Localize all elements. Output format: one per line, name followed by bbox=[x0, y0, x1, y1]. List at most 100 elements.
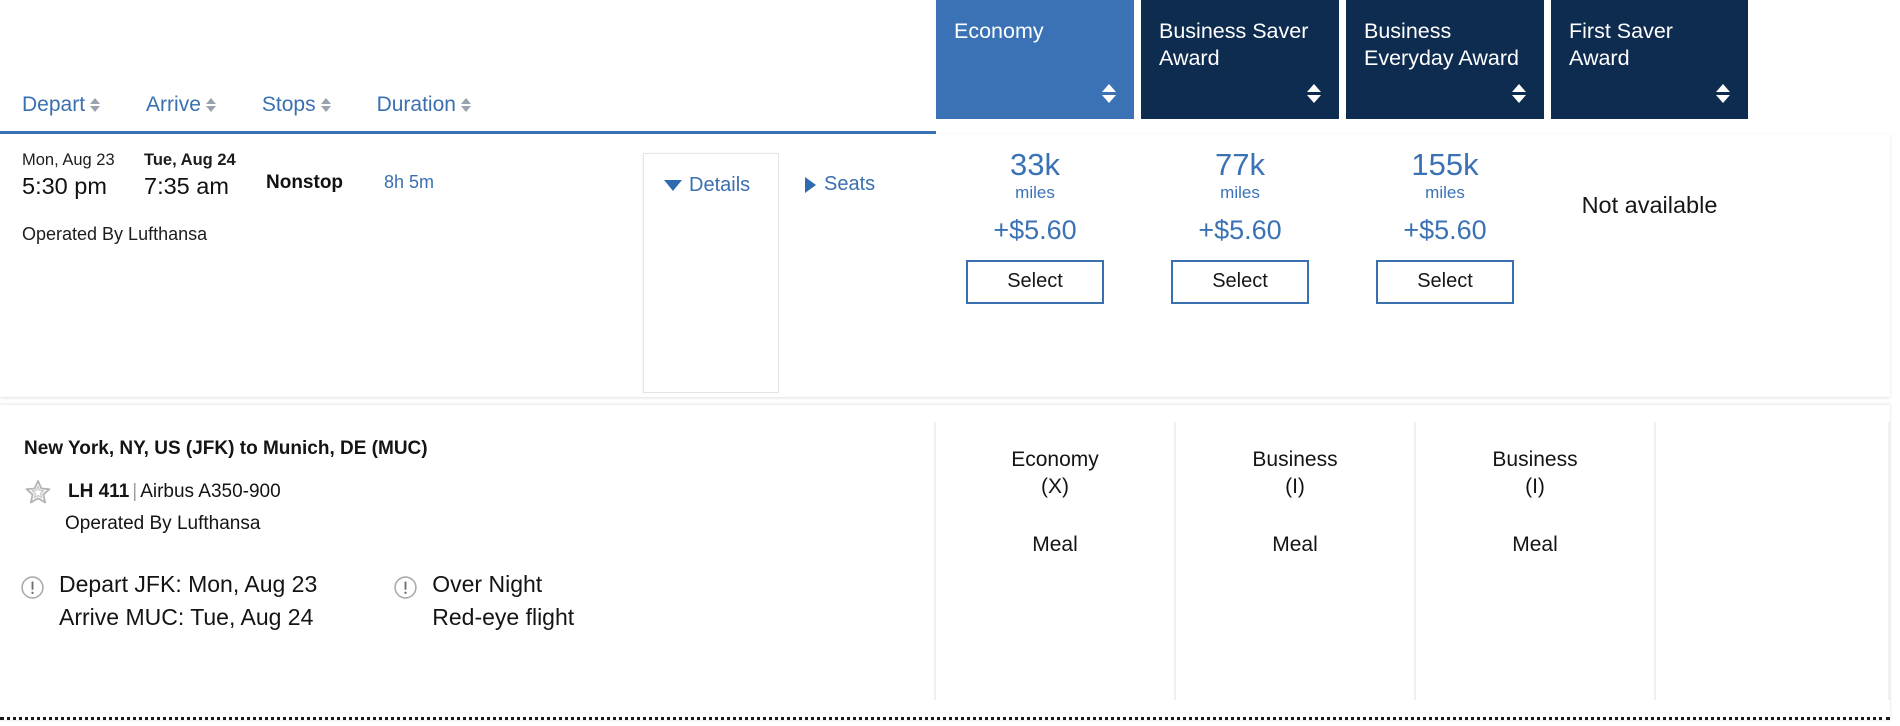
itinerary-summary: Mon, Aug 23 5:30 pm Tue, Aug 24 7:35 am … bbox=[22, 150, 622, 245]
sort-arrive-label: Arrive bbox=[146, 93, 201, 116]
details-operated-by: Operated By Lufthansa bbox=[65, 513, 261, 534]
fare-header-business-saver-award[interactable]: Business Saver Award bbox=[1141, 0, 1339, 119]
details-aircraft: Airbus A350-900 bbox=[140, 481, 281, 502]
star-alliance-icon bbox=[25, 480, 51, 504]
fare-header-business-saver-award-label: Business Saver Award bbox=[1159, 19, 1309, 70]
details-flight-separator: | bbox=[132, 481, 138, 502]
sort-arrows-icon[interactable] bbox=[320, 98, 331, 112]
details-panel-left: New York, NY, US (JFK) to Munich, DE (MU… bbox=[0, 405, 934, 717]
duration-cell: 8h 5m bbox=[384, 150, 504, 193]
select-button-business-everyday-award[interactable]: Select bbox=[1376, 259, 1514, 304]
triangle-right-icon bbox=[805, 176, 816, 193]
cabin-service-economy: Meal bbox=[1032, 532, 1078, 556]
fare-header-economy[interactable]: Economy bbox=[936, 0, 1134, 119]
sort-depart-label: Depart bbox=[22, 93, 86, 116]
fare-cell-business-saver-award: 77k miles +$5.60 Select bbox=[1141, 134, 1339, 397]
fare-miles-business-saver-award: 77k bbox=[1215, 147, 1265, 182]
select-button-economy[interactable]: Select bbox=[966, 259, 1104, 304]
flight-details-panel: New York, NY, US (JFK) to Munich, DE (MU… bbox=[0, 405, 1890, 720]
sort-arrows-icon[interactable] bbox=[205, 98, 216, 112]
arrive-cell: Tue, Aug 24 7:35 am bbox=[144, 150, 266, 200]
details-toggle-label: Details bbox=[689, 174, 751, 196]
fare-header-business-everyday-award-label: Business Everyday Award bbox=[1364, 19, 1519, 70]
seats-toggle-label: Seats bbox=[824, 173, 876, 195]
sort-stops[interactable]: Stops bbox=[262, 93, 331, 117]
notice-overnight: Over Night Red-eye flight bbox=[393, 568, 574, 633]
stops-cell: Nonstop bbox=[266, 150, 384, 194]
details-toggle-cell[interactable]: Details bbox=[643, 153, 779, 393]
cabin-code-business-saver-award: (I) bbox=[1285, 475, 1305, 499]
sort-stops-label: Stops bbox=[261, 93, 316, 116]
sort-duration-label: Duration bbox=[376, 93, 456, 116]
results-header: Depart Arrive Stops Duration Economy Bus… bbox=[0, 0, 1900, 134]
notice-redeye-line: Red-eye flight bbox=[432, 603, 575, 630]
cabin-col-first-saver-award bbox=[1654, 422, 1890, 700]
sort-arrows-icon[interactable] bbox=[460, 98, 471, 112]
fare-cash-economy: +$5.60 bbox=[993, 214, 1077, 245]
sort-arrows-icon[interactable] bbox=[1307, 84, 1321, 103]
notice-overnight-text: Over Night Red-eye flight bbox=[432, 568, 574, 633]
fare-miles-unit-economy: miles bbox=[1015, 183, 1055, 203]
fare-miles-economy: 33k bbox=[1010, 147, 1060, 182]
details-flight-line: LH 411 | Airbus A350-900 bbox=[24, 478, 281, 506]
cabin-col-economy: Economy (X) Meal bbox=[934, 422, 1174, 700]
cabin-service-business-saver-award: Meal bbox=[1272, 532, 1318, 556]
fare-cash-business-saver-award: +$5.60 bbox=[1198, 214, 1282, 245]
stops-value: Nonstop bbox=[266, 172, 344, 193]
details-route-title: New York, NY, US (JFK) to Munich, DE (MU… bbox=[24, 438, 428, 459]
cabin-name-business-everyday-award: Business bbox=[1492, 448, 1578, 471]
fare-header-first-saver-award-label: First Saver Award bbox=[1569, 19, 1673, 70]
details-toggle[interactable]: Details bbox=[664, 174, 750, 197]
fare-unavailable-first-saver-award: Not available bbox=[1581, 192, 1718, 218]
sort-bar: Depart Arrive Stops Duration bbox=[0, 0, 936, 134]
fare-header-economy-label: Economy bbox=[954, 19, 1044, 43]
arrive-time: 7:35 am bbox=[144, 172, 229, 199]
fare-cells: 33k miles +$5.60 Select 77k miles +$5.60… bbox=[936, 134, 1890, 397]
exclamation-circle-icon bbox=[21, 576, 44, 599]
exclamation-circle-icon bbox=[394, 576, 417, 599]
flight-result-row: Mon, Aug 23 5:30 pm Tue, Aug 24 7:35 am … bbox=[0, 134, 1890, 397]
notice-arrive-line: Arrive MUC: Tue, Aug 24 bbox=[59, 603, 314, 630]
row-operated-by: Operated By Lufthansa bbox=[22, 224, 208, 245]
triangle-down-icon bbox=[664, 180, 682, 191]
fare-miles-unit-business-saver-award: miles bbox=[1220, 183, 1260, 203]
sort-depart[interactable]: Depart bbox=[22, 93, 101, 117]
details-notices: Depart JFK: Mon, Aug 23 Arrive MUC: Tue,… bbox=[20, 568, 574, 633]
depart-date: Mon, Aug 23 bbox=[22, 151, 115, 169]
notice-depart-arrive-text: Depart JFK: Mon, Aug 23 Arrive MUC: Tue,… bbox=[59, 568, 317, 633]
details-flight-number: LH 411 bbox=[68, 481, 130, 502]
fare-miles-unit-business-everyday-award: miles bbox=[1425, 183, 1465, 203]
fare-miles-business-everyday-award: 155k bbox=[1411, 147, 1479, 182]
cabin-name-economy: Economy bbox=[1011, 448, 1099, 471]
cabin-code-business-everyday-award: (I) bbox=[1525, 475, 1545, 499]
sort-options: Depart Arrive Stops Duration bbox=[22, 93, 471, 117]
sort-arrows-icon[interactable] bbox=[1716, 84, 1730, 103]
cabin-code-economy: (X) bbox=[1041, 475, 1069, 499]
notice-overnight-line: Over Night bbox=[432, 571, 543, 597]
fare-cell-business-everyday-award: 155k miles +$5.60 Select bbox=[1346, 134, 1544, 397]
sort-duration[interactable]: Duration bbox=[377, 93, 471, 117]
cabin-name-business-saver-award: Business bbox=[1252, 448, 1338, 471]
details-cabin-columns: Economy (X) Meal Business (I) Meal Busin… bbox=[934, 422, 1890, 700]
fare-column-headers: Economy Business Saver Award Business Ev… bbox=[936, 0, 1900, 119]
notice-depart-arrive: Depart JFK: Mon, Aug 23 Arrive MUC: Tue,… bbox=[20, 568, 317, 633]
sort-arrows-icon[interactable] bbox=[1102, 84, 1116, 103]
fare-cash-business-everyday-award: +$5.60 bbox=[1403, 214, 1487, 245]
fare-cell-first-saver-award: Not available bbox=[1551, 134, 1748, 397]
fare-header-business-everyday-award[interactable]: Business Everyday Award bbox=[1346, 0, 1544, 119]
depart-cell: Mon, Aug 23 5:30 pm bbox=[22, 150, 144, 200]
fare-header-first-saver-award[interactable]: First Saver Award bbox=[1551, 0, 1748, 119]
fare-cell-economy: 33k miles +$5.60 Select bbox=[936, 134, 1134, 397]
select-button-business-saver-award[interactable]: Select bbox=[1171, 259, 1309, 304]
sort-arrows-icon[interactable] bbox=[1512, 84, 1526, 103]
seats-toggle[interactable]: Seats bbox=[805, 173, 875, 196]
cabin-service-business-everyday-award: Meal bbox=[1512, 532, 1558, 556]
duration-value[interactable]: 8h 5m bbox=[384, 172, 504, 193]
cabin-col-business-everyday-award: Business (I) Meal bbox=[1414, 422, 1654, 700]
details-flight-number-line: LH 411 | Airbus A350-900 bbox=[68, 481, 281, 503]
award-flight-results-page: Depart Arrive Stops Duration Economy Bus… bbox=[0, 0, 1900, 726]
cabin-col-business-saver-award: Business (I) Meal bbox=[1174, 422, 1414, 700]
sort-arrows-icon[interactable] bbox=[90, 98, 101, 112]
sort-arrive[interactable]: Arrive bbox=[146, 93, 216, 117]
arrive-date: Tue, Aug 24 bbox=[144, 151, 236, 169]
